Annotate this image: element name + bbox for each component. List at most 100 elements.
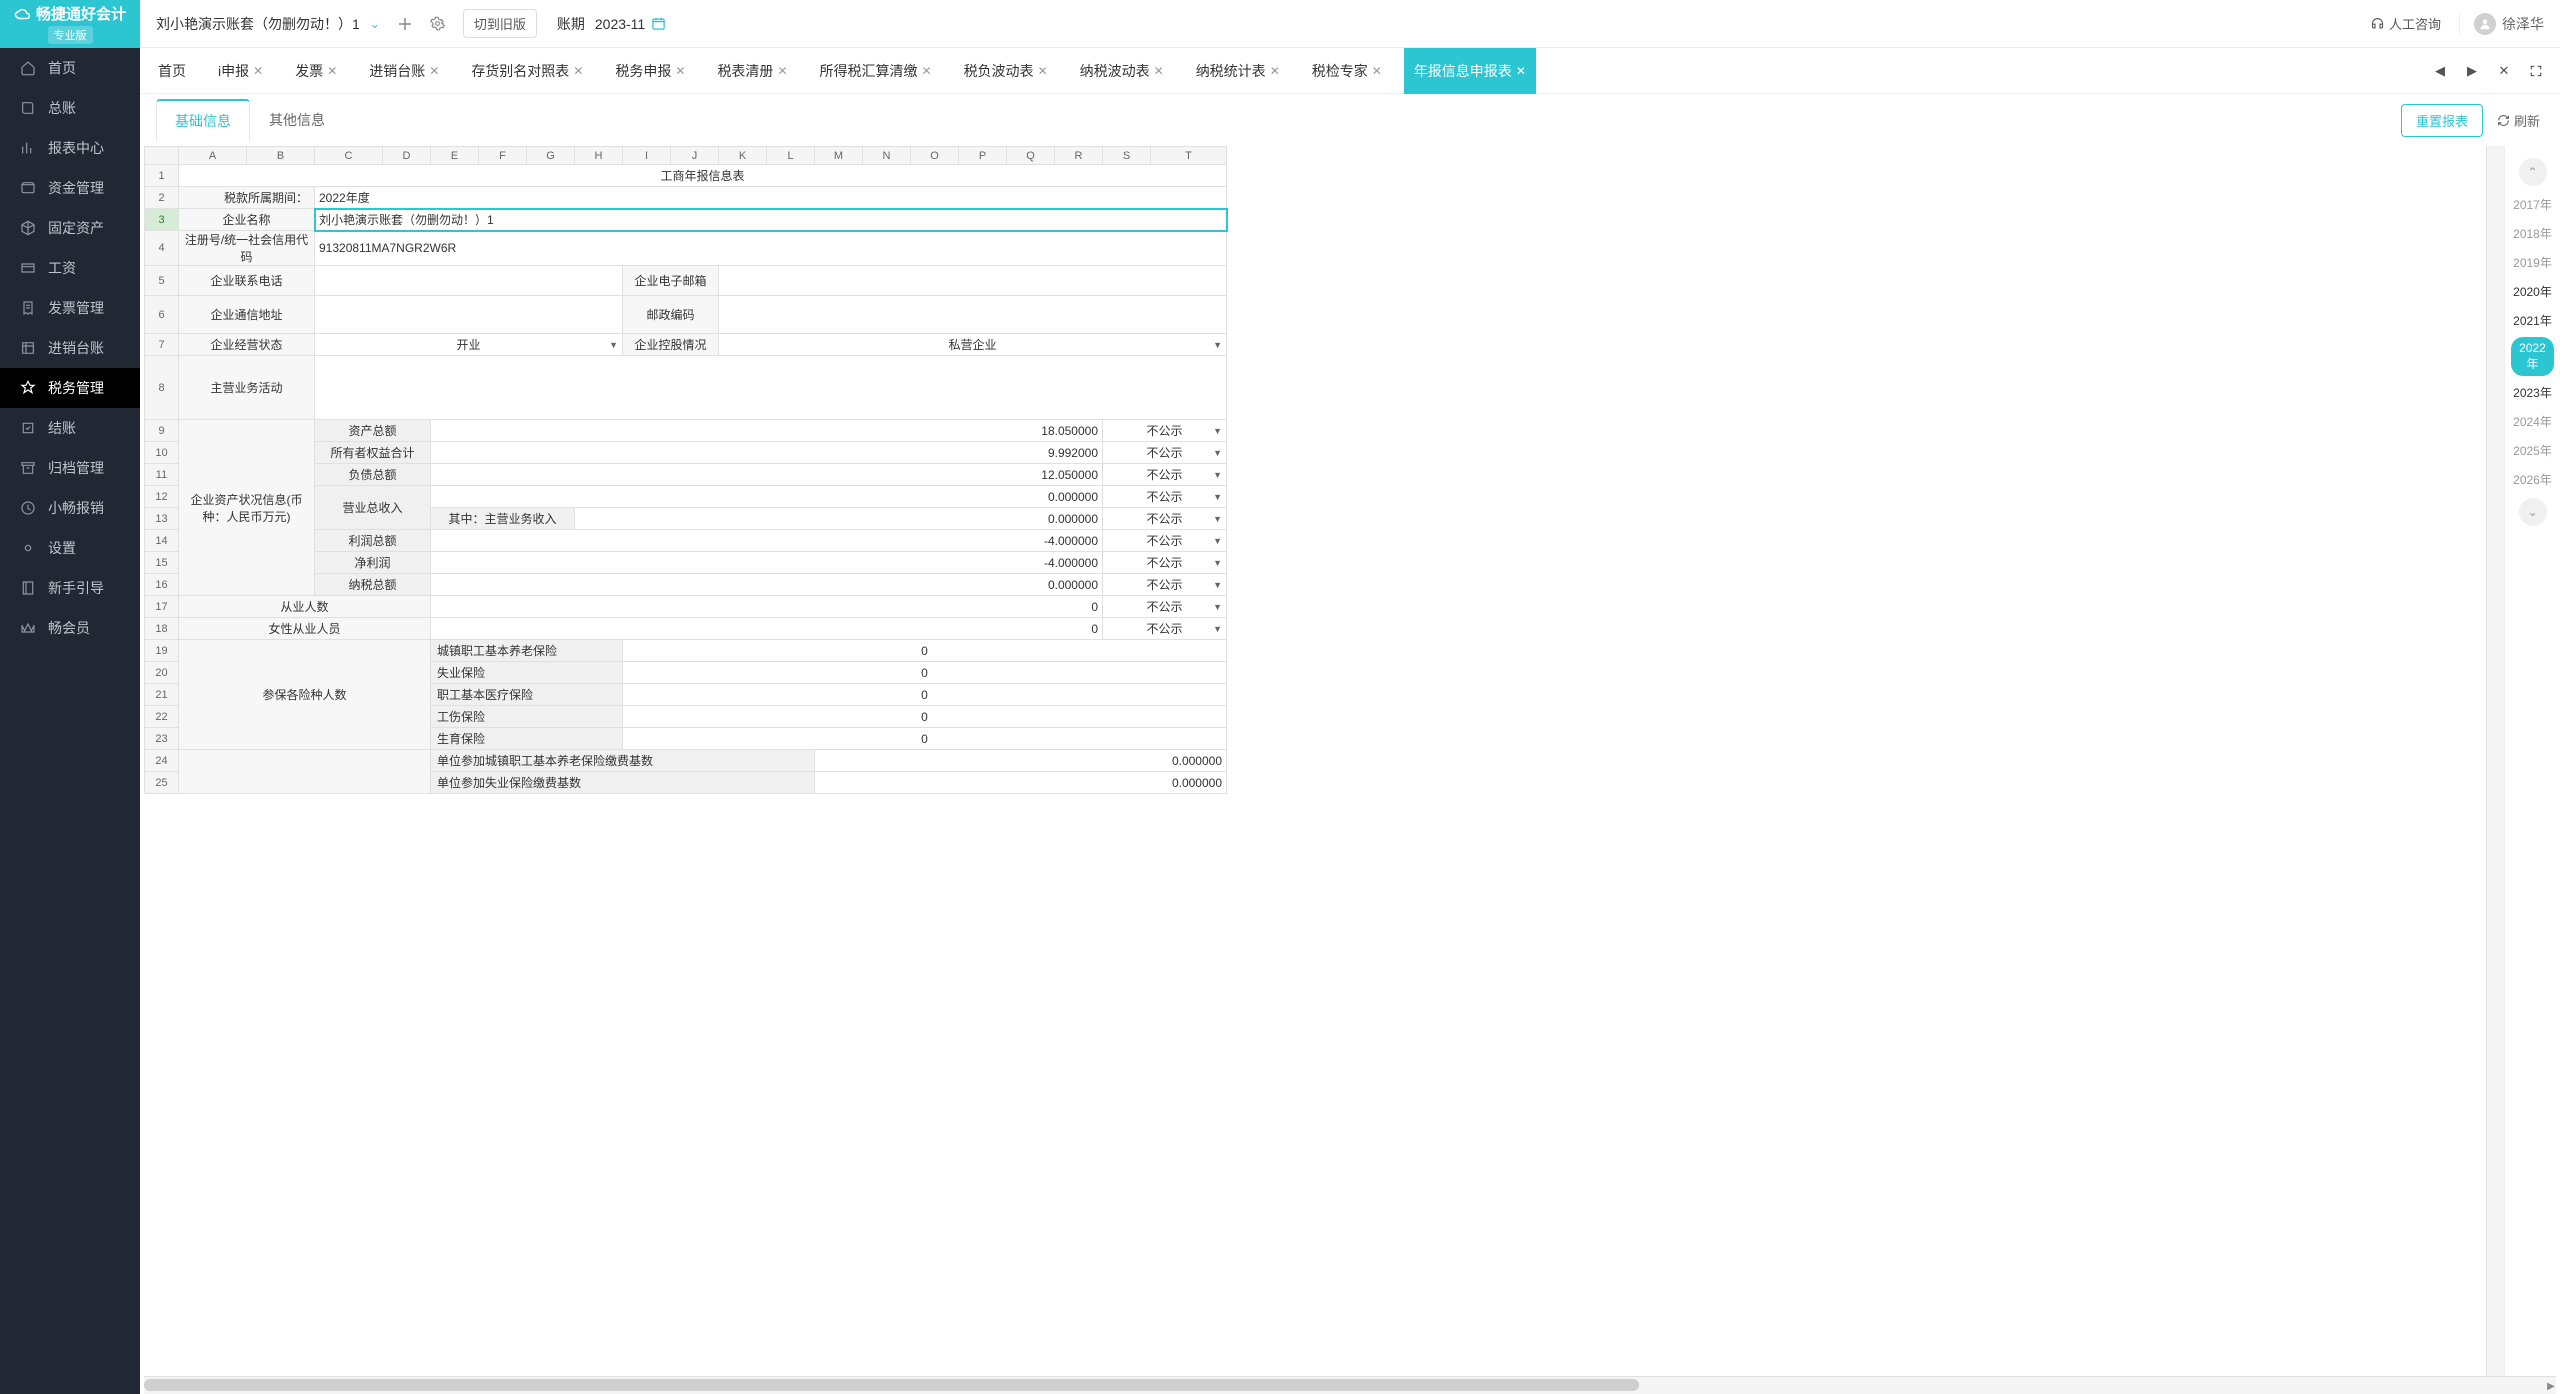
reset-report-button[interactable]: 重置报表 <box>2401 104 2483 137</box>
year-item[interactable]: 2026年 <box>2505 465 2560 494</box>
col-header[interactable]: C <box>315 147 383 165</box>
col-header[interactable]: K <box>719 147 767 165</box>
tab[interactable]: 发票✕ <box>285 48 347 94</box>
scroll-thumb[interactable] <box>144 1379 1639 1391</box>
publish-dropdown[interactable]: 不公示 <box>1103 574 1227 596</box>
row-header[interactable]: 11 <box>145 464 179 486</box>
refresh-button[interactable]: 刷新 <box>2497 111 2540 130</box>
year-item[interactable]: 2020年 <box>2505 277 2560 306</box>
base-value[interactable]: 0.000000 <box>815 772 1227 794</box>
year-item[interactable]: 2017年 <box>2505 190 2560 219</box>
close-icon[interactable]: ✕ <box>1038 64 1048 78</box>
tab[interactable]: i申报✕ <box>208 48 273 94</box>
fin-value[interactable]: -4.000000 <box>431 530 1103 552</box>
tab-prev-button[interactable]: ◀ <box>2426 57 2454 85</box>
publish-dropdown[interactable]: 不公示 <box>1103 420 1227 442</box>
tab[interactable]: 税负波动表✕ <box>954 48 1058 94</box>
row-header[interactable]: 23 <box>145 728 179 750</box>
row-header[interactable]: 25 <box>145 772 179 794</box>
credit-code-cell[interactable]: 91320811MA7NGR2W6R <box>315 231 1227 266</box>
row-header[interactable]: 16 <box>145 574 179 596</box>
tab[interactable]: 纳税波动表✕ <box>1070 48 1174 94</box>
year-item[interactable]: 2022年 <box>2511 337 2554 376</box>
publish-dropdown[interactable]: 不公示 <box>1103 552 1227 574</box>
close-icon[interactable]: ✕ <box>573 64 583 78</box>
row-header[interactable]: 9 <box>145 420 179 442</box>
scroll-right-icon[interactable]: ▶ <box>2542 1377 2560 1394</box>
col-header[interactable]: E <box>431 147 479 165</box>
row-header[interactable]: 1 <box>145 165 179 187</box>
company-name-cell[interactable]: 刘小艳演示账套（勿删勿动！）1 <box>315 209 1227 231</box>
zip-cell[interactable] <box>719 296 1227 334</box>
subtab[interactable]: 其他信息 <box>250 99 344 141</box>
close-icon[interactable]: ✕ <box>1516 64 1526 78</box>
col-header[interactable]: S <box>1103 147 1151 165</box>
close-icon[interactable]: ✕ <box>253 64 263 78</box>
tab[interactable]: 纳税统计表✕ <box>1186 48 1290 94</box>
tab[interactable]: 税表清册✕ <box>707 48 797 94</box>
publish-dropdown[interactable]: 不公示 <box>1103 486 1227 508</box>
fin-value[interactable]: 18.050000 <box>431 420 1103 442</box>
sidebar-item-book[interactable]: 总账 <box>0 88 140 128</box>
holding-dropdown[interactable]: 私营企业 <box>719 334 1227 356</box>
col-header[interactable]: A <box>179 147 247 165</box>
col-header[interactable]: T <box>1151 147 1227 165</box>
email-cell[interactable] <box>719 266 1227 296</box>
publish-dropdown[interactable]: 不公示 <box>1103 618 1227 640</box>
phone-cell[interactable] <box>315 266 623 296</box>
account-selector[interactable]: 刘小艳演示账套（勿删勿动！）1 ⌄ <box>156 14 380 34</box>
col-header[interactable]: Q <box>1007 147 1055 165</box>
col-header[interactable]: R <box>1055 147 1103 165</box>
row-header[interactable]: 18 <box>145 618 179 640</box>
tab[interactable]: 税检专家✕ <box>1302 48 1392 94</box>
row-header[interactable]: 12 <box>145 486 179 508</box>
add-button[interactable] <box>398 17 412 31</box>
row-header[interactable]: 19 <box>145 640 179 662</box>
row-header[interactable]: 24 <box>145 750 179 772</box>
tab[interactable]: 首页 <box>148 48 196 94</box>
row-header[interactable]: 6 <box>145 296 179 334</box>
ins-value[interactable]: 0 <box>623 662 1227 684</box>
close-icon[interactable]: ✕ <box>675 64 685 78</box>
sidebar-item-close[interactable]: 结账 <box>0 408 140 448</box>
publish-dropdown[interactable]: 不公示 <box>1103 464 1227 486</box>
sidebar-item-archive[interactable]: 归档管理 <box>0 448 140 488</box>
fin-value[interactable]: 0.000000 <box>431 486 1103 508</box>
publish-dropdown[interactable]: 不公示 <box>1103 508 1227 530</box>
year-item[interactable]: 2023年 <box>2505 378 2560 407</box>
settings-button[interactable] <box>430 16 445 31</box>
user-menu[interactable]: 徐泽华 <box>2459 13 2544 35</box>
fin-value[interactable]: 9.992000 <box>431 442 1103 464</box>
close-icon[interactable]: ✕ <box>1154 64 1164 78</box>
tab[interactable]: 年报信息申报表✕ <box>1404 48 1536 94</box>
base-value[interactable]: 0.000000 <box>815 750 1227 772</box>
col-header[interactable]: H <box>575 147 623 165</box>
ins-value[interactable]: 0 <box>623 684 1227 706</box>
close-icon[interactable]: ✕ <box>327 64 337 78</box>
close-icon[interactable]: ✕ <box>1270 64 1280 78</box>
consult-button[interactable]: 人工咨询 <box>2370 14 2441 33</box>
ins-value[interactable]: 0 <box>623 640 1227 662</box>
col-header[interactable]: M <box>815 147 863 165</box>
row-header[interactable]: 17 <box>145 596 179 618</box>
employees-cell[interactable]: 0 <box>431 596 1103 618</box>
vertical-scrollbar[interactable] <box>2486 146 2504 1376</box>
sidebar-item-vip[interactable]: 畅会员 <box>0 608 140 648</box>
year-up-button[interactable]: ⌃ <box>2519 158 2547 186</box>
col-header[interactable]: D <box>383 147 431 165</box>
fin-value[interactable]: 0.000000 <box>575 508 1103 530</box>
col-header[interactable]: F <box>479 147 527 165</box>
row-header[interactable]: 2 <box>145 187 179 209</box>
old-version-button[interactable]: 切到旧版 <box>463 9 537 38</box>
close-icon[interactable]: ✕ <box>777 64 787 78</box>
sidebar-item-chart[interactable]: 报表中心 <box>0 128 140 168</box>
main-business-cell[interactable] <box>315 356 1227 420</box>
sidebar-item-pay[interactable]: 工资 <box>0 248 140 288</box>
row-header[interactable]: 14 <box>145 530 179 552</box>
row-header[interactable]: 22 <box>145 706 179 728</box>
year-down-button[interactable]: ⌄ <box>2519 498 2547 526</box>
tab[interactable]: 所得税汇算清缴✕ <box>810 48 942 94</box>
close-icon[interactable]: ✕ <box>429 64 439 78</box>
row-header[interactable]: 13 <box>145 508 179 530</box>
close-icon[interactable]: ✕ <box>1372 64 1382 78</box>
